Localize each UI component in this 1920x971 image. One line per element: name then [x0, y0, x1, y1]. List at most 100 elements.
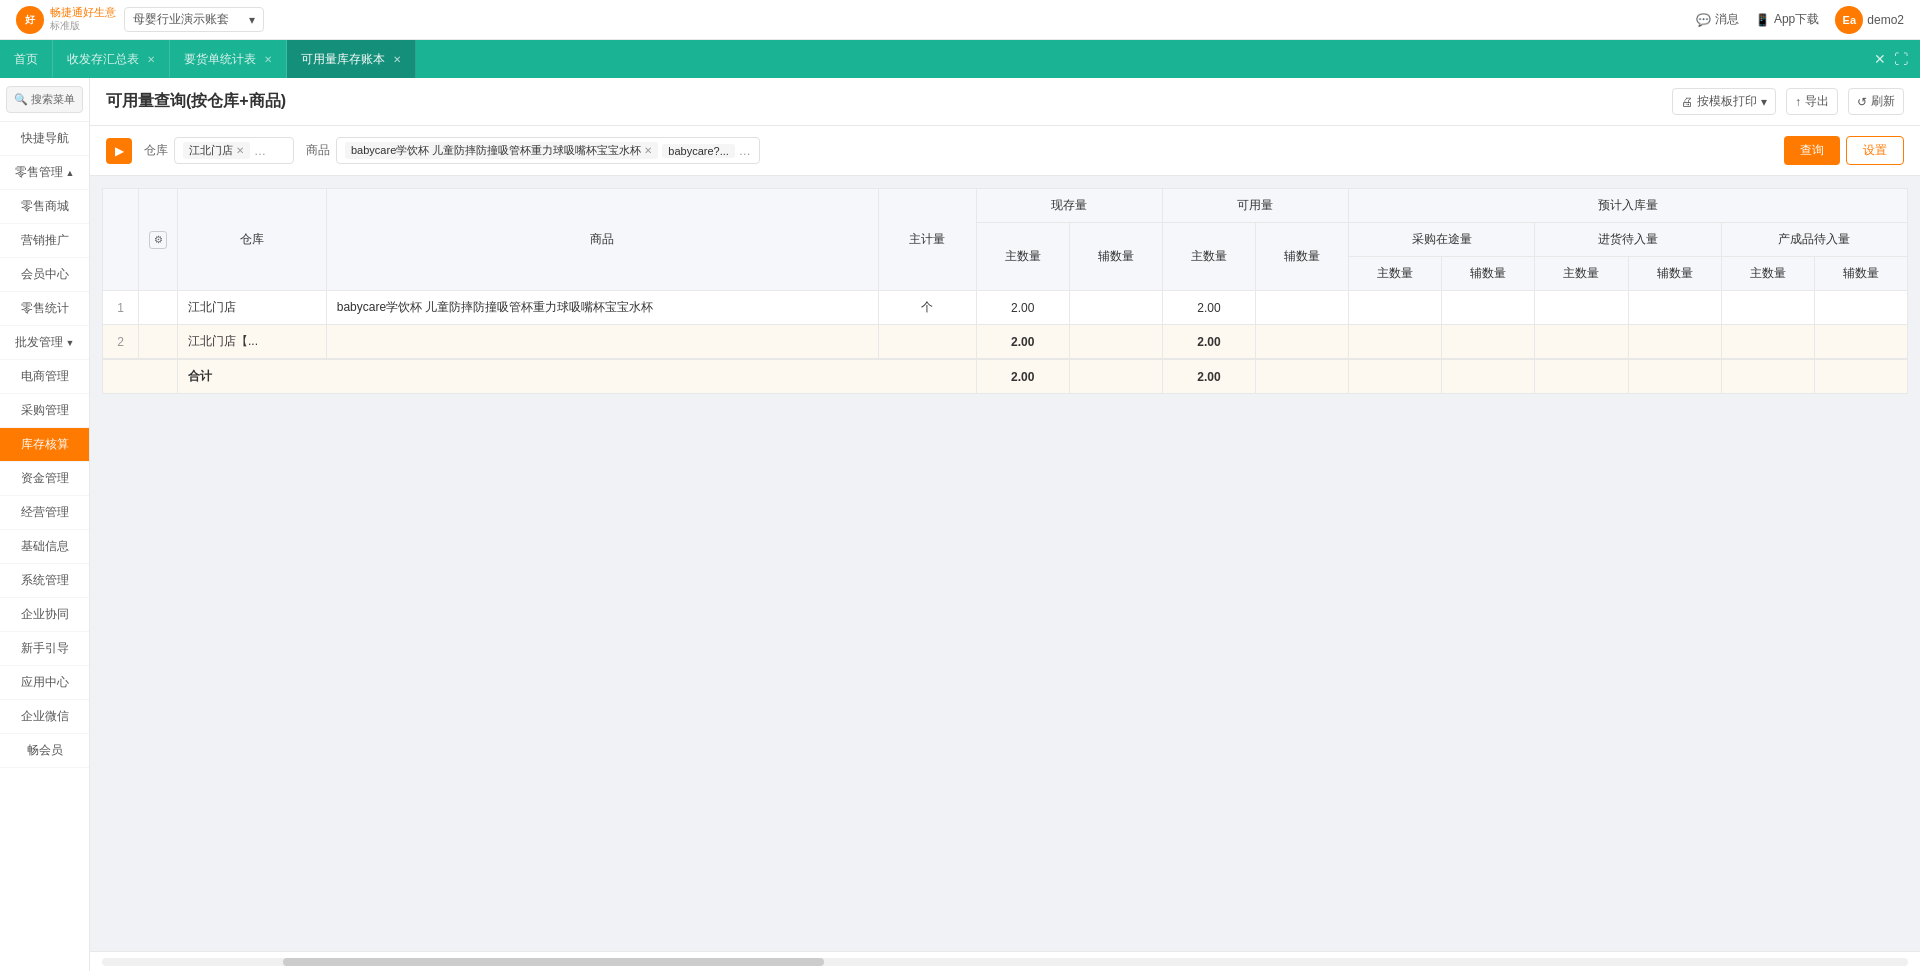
cell-product-2 [326, 325, 878, 360]
sidebar-item-retail-mgmt[interactable]: 零售管理 ▲ [0, 156, 89, 190]
page-title: 可用量查询(按仓库+商品) [106, 91, 286, 122]
refresh-btn[interactable]: ↺ 刷新 [1848, 88, 1904, 115]
th-planned-inbound: 预计入库量 [1349, 189, 1908, 223]
sidebar-item-marketing[interactable]: 营销推广 [0, 224, 89, 258]
tab-available-inventory[interactable]: 可用量库存账本 ✕ [287, 40, 416, 78]
sidebar-item-wholesale-mgmt[interactable]: 批发管理 ▼ [0, 326, 89, 360]
tab-available-label: 可用量库存账本 [301, 51, 385, 68]
sidebar-item-member-center[interactable]: 会员中心 [0, 258, 89, 292]
print-label: 按模板打印 [1697, 93, 1757, 110]
th-current-main-qty: 主数量 [976, 223, 1069, 291]
cell-inbound-aux-1 [1628, 291, 1721, 325]
industry-selector[interactable]: 母婴行业演示账套 ▾ [124, 7, 264, 32]
sidebar-item-enterprise-collab[interactable]: 企业协同 [0, 598, 89, 632]
sidebar-item-quick-nav[interactable]: 快捷导航 [0, 122, 89, 156]
app-download-label: App下载 [1774, 11, 1819, 28]
scrollbar-track[interactable] [102, 958, 1908, 966]
warehouse-input[interactable]: 江北门店 ✕ … [174, 137, 294, 164]
enterprise-wechat-label: 企业微信 [21, 709, 69, 723]
tab-home[interactable]: 首页 [0, 40, 53, 78]
th-current-aux-qty: 辅数量 [1069, 223, 1162, 291]
tab-expand-icon[interactable]: ⛶ [1894, 51, 1908, 67]
tab-order-close[interactable]: ✕ [264, 54, 272, 65]
message-btn[interactable]: 💬 消息 [1696, 11, 1739, 28]
print-chevron: ▾ [1761, 95, 1767, 109]
search-menu-btn[interactable]: 🔍 搜索菜单 [6, 86, 83, 113]
tab-receipt-label: 收发存汇总表 [67, 51, 139, 68]
sidebar-item-retail-mall[interactable]: 零售商城 [0, 190, 89, 224]
cell-row-num-1: 1 [103, 291, 139, 325]
tab-order-stats[interactable]: 要货单统计表 ✕ [170, 40, 287, 78]
product-more[interactable]: … [739, 144, 751, 158]
content-area: 可用量查询(按仓库+商品) 🖨 按模板打印 ▾ ↑ 导出 ↺ 刷新 [90, 78, 1920, 971]
sidebar-item-retail-stats[interactable]: 零售统计 [0, 292, 89, 326]
cell-current-aux-1 [1069, 291, 1162, 325]
app-download-btn[interactable]: 📱 App下载 [1755, 11, 1819, 28]
username: demo2 [1867, 13, 1904, 27]
th-production-aux: 辅数量 [1814, 257, 1907, 291]
industry-label: 母婴行业演示账套 [133, 11, 229, 28]
cell-settings-1 [139, 291, 178, 325]
filter-toggle-btn[interactable]: ▶ [106, 138, 132, 164]
th-production-pending: 产成品待入量 [1721, 223, 1907, 257]
warehouse-more[interactable]: … [254, 144, 266, 158]
cell-inbound-main-2 [1535, 325, 1628, 360]
query-button[interactable]: 查询 [1784, 136, 1840, 165]
tab-available-close[interactable]: ✕ [393, 54, 401, 65]
warehouse-tag-close[interactable]: ✕ [236, 145, 244, 156]
product-tag-1: babycare学饮杯 儿童防摔防撞吸管杯重力球吸嘴杯宝宝水杯 ✕ [345, 142, 658, 159]
sidebar-item-ops-mgmt[interactable]: 经营管理 [0, 496, 89, 530]
refresh-icon: ↺ [1857, 95, 1867, 109]
cell-warehouse-1: 江北门店 [178, 291, 327, 325]
finance-mgmt-label: 资金管理 [21, 471, 69, 485]
scrollbar-thumb[interactable] [283, 958, 825, 966]
sidebar-item-enterprise-wechat[interactable]: 企业微信 [0, 700, 89, 734]
sidebar-item-vip-member[interactable]: 畅会员 [0, 734, 89, 768]
sidebar-item-inventory-check[interactable]: 库存核算 [0, 428, 89, 462]
th-available-main-qty: 主数量 [1162, 223, 1255, 291]
total-avail-main: 2.00 [1162, 359, 1255, 394]
total-inbound-aux [1628, 359, 1721, 394]
cell-purchase-aux-1 [1442, 291, 1535, 325]
th-inbound-main: 主数量 [1535, 257, 1628, 291]
total-production-aux [1814, 359, 1907, 394]
logo-text: 畅捷通好生意 [50, 6, 116, 19]
warehouse-tag: 江北门店 ✕ [183, 142, 250, 159]
tab-receipt-close[interactable]: ✕ [147, 54, 155, 65]
retail-mgmt-arrow: ▲ [66, 168, 75, 178]
th-purchase-aux: 辅数量 [1442, 257, 1535, 291]
sidebar-item-new-guide[interactable]: 新手引导 [0, 632, 89, 666]
basic-info-label: 基础信息 [21, 539, 69, 553]
sidebar-item-basic-info[interactable]: 基础信息 [0, 530, 89, 564]
sidebar-item-app-center[interactable]: 应用中心 [0, 666, 89, 700]
export-btn[interactable]: ↑ 导出 [1786, 88, 1838, 115]
settings-button[interactable]: 设置 [1846, 136, 1904, 165]
print-by-template-btn[interactable]: 🖨 按模板打印 ▾ [1672, 88, 1776, 115]
product-input[interactable]: babycare学饮杯 儿童防摔防撞吸管杯重力球吸嘴杯宝宝水杯 ✕ babyca… [336, 137, 760, 164]
message-label: 消息 [1715, 11, 1739, 28]
cell-production-main-2 [1721, 325, 1814, 360]
total-current-aux [1069, 359, 1162, 394]
tab-home-label: 首页 [14, 51, 38, 68]
sidebar-item-finance-mgmt[interactable]: 资金管理 [0, 462, 89, 496]
tab-close-all-icon[interactable]: ✕ [1874, 51, 1886, 67]
tab-bar: 首页 收发存汇总表 ✕ 要货单统计表 ✕ 可用量库存账本 ✕ ✕ ⛶ [0, 40, 1920, 78]
total-production-main [1721, 359, 1814, 394]
cell-unit-1: 个 [878, 291, 976, 325]
logo-icon: 好 [16, 6, 44, 34]
product-label: 商品 [306, 142, 330, 159]
cell-purchase-main-2 [1349, 325, 1442, 360]
export-icon: ↑ [1795, 95, 1801, 109]
th-purchase-in-transit: 采购在途量 [1349, 223, 1535, 257]
sidebar-item-ecommerce-mgmt[interactable]: 电商管理 [0, 360, 89, 394]
vip-member-label: 畅会员 [27, 743, 63, 757]
user-profile[interactable]: Ea demo2 [1835, 6, 1904, 34]
total-label: 合计 [178, 359, 977, 394]
column-settings-icon[interactable]: ⚙ [149, 231, 167, 249]
avatar: Ea [1835, 6, 1863, 34]
sidebar-item-system-mgmt[interactable]: 系统管理 [0, 564, 89, 598]
product-tag-1-close[interactable]: ✕ [644, 145, 652, 156]
sidebar-item-purchase-mgmt[interactable]: 采购管理 [0, 394, 89, 428]
tab-receipt-summary[interactable]: 收发存汇总表 ✕ [53, 40, 170, 78]
cell-production-main-1 [1721, 291, 1814, 325]
